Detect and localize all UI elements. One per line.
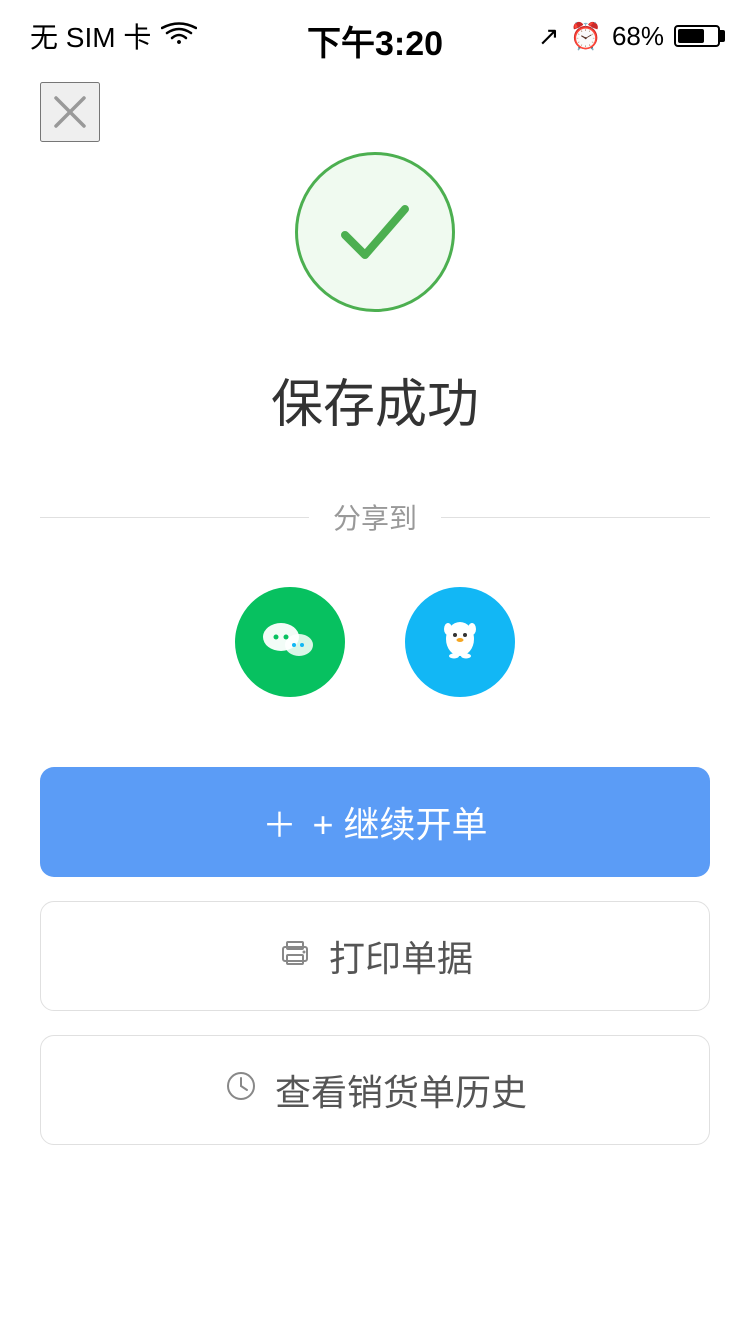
carrier-text: 无 SIM 卡 — [30, 16, 151, 56]
continue-label: + 继续开单 — [312, 796, 487, 848]
plus-icon: ＋ — [262, 798, 296, 847]
wifi-icon — [161, 22, 197, 50]
status-left: 无 SIM 卡 — [30, 16, 197, 56]
print-icon — [277, 934, 313, 979]
qq-icon — [427, 609, 493, 675]
share-section: 分享到 — [0, 497, 750, 697]
action-buttons: ＋ + 继续开单 打印单据 查看销货单 — [0, 767, 750, 1145]
print-label: 打印单据 — [329, 930, 473, 982]
location-icon: ↗ — [538, 21, 560, 52]
history-icon — [223, 1068, 259, 1113]
main-content: 保存成功 分享到 — [0, 72, 750, 1334]
status-right: ↗ ⏰ 68% — [538, 21, 720, 52]
divider-row: 分享到 — [0, 497, 750, 537]
status-time: 下午3:20 — [307, 16, 443, 65]
continue-button[interactable]: ＋ + 继续开单 — [40, 767, 710, 877]
printer-icon — [277, 934, 313, 970]
clock-icon — [223, 1068, 259, 1104]
history-label: 查看销货单历史 — [275, 1064, 527, 1116]
battery-icon — [674, 25, 720, 47]
wechat-share-button[interactable] — [235, 587, 345, 697]
history-button[interactable]: 查看销货单历史 — [40, 1035, 710, 1145]
battery-percent: 68% — [612, 21, 664, 52]
share-label: 分享到 — [309, 497, 441, 537]
checkmark-icon — [330, 187, 420, 277]
qq-share-button[interactable] — [405, 587, 515, 697]
share-icons — [235, 587, 515, 697]
divider-left — [40, 517, 309, 518]
alarm-icon: ⏰ — [570, 21, 602, 52]
status-bar: 无 SIM 卡 下午3:20 ↗ ⏰ 68% — [0, 0, 750, 72]
print-button[interactable]: 打印单据 — [40, 901, 710, 1011]
close-button[interactable] — [40, 82, 100, 142]
wechat-icon — [257, 609, 323, 675]
divider-right — [441, 517, 710, 518]
success-icon-circle — [295, 152, 455, 312]
success-title: 保存成功 — [271, 362, 479, 437]
